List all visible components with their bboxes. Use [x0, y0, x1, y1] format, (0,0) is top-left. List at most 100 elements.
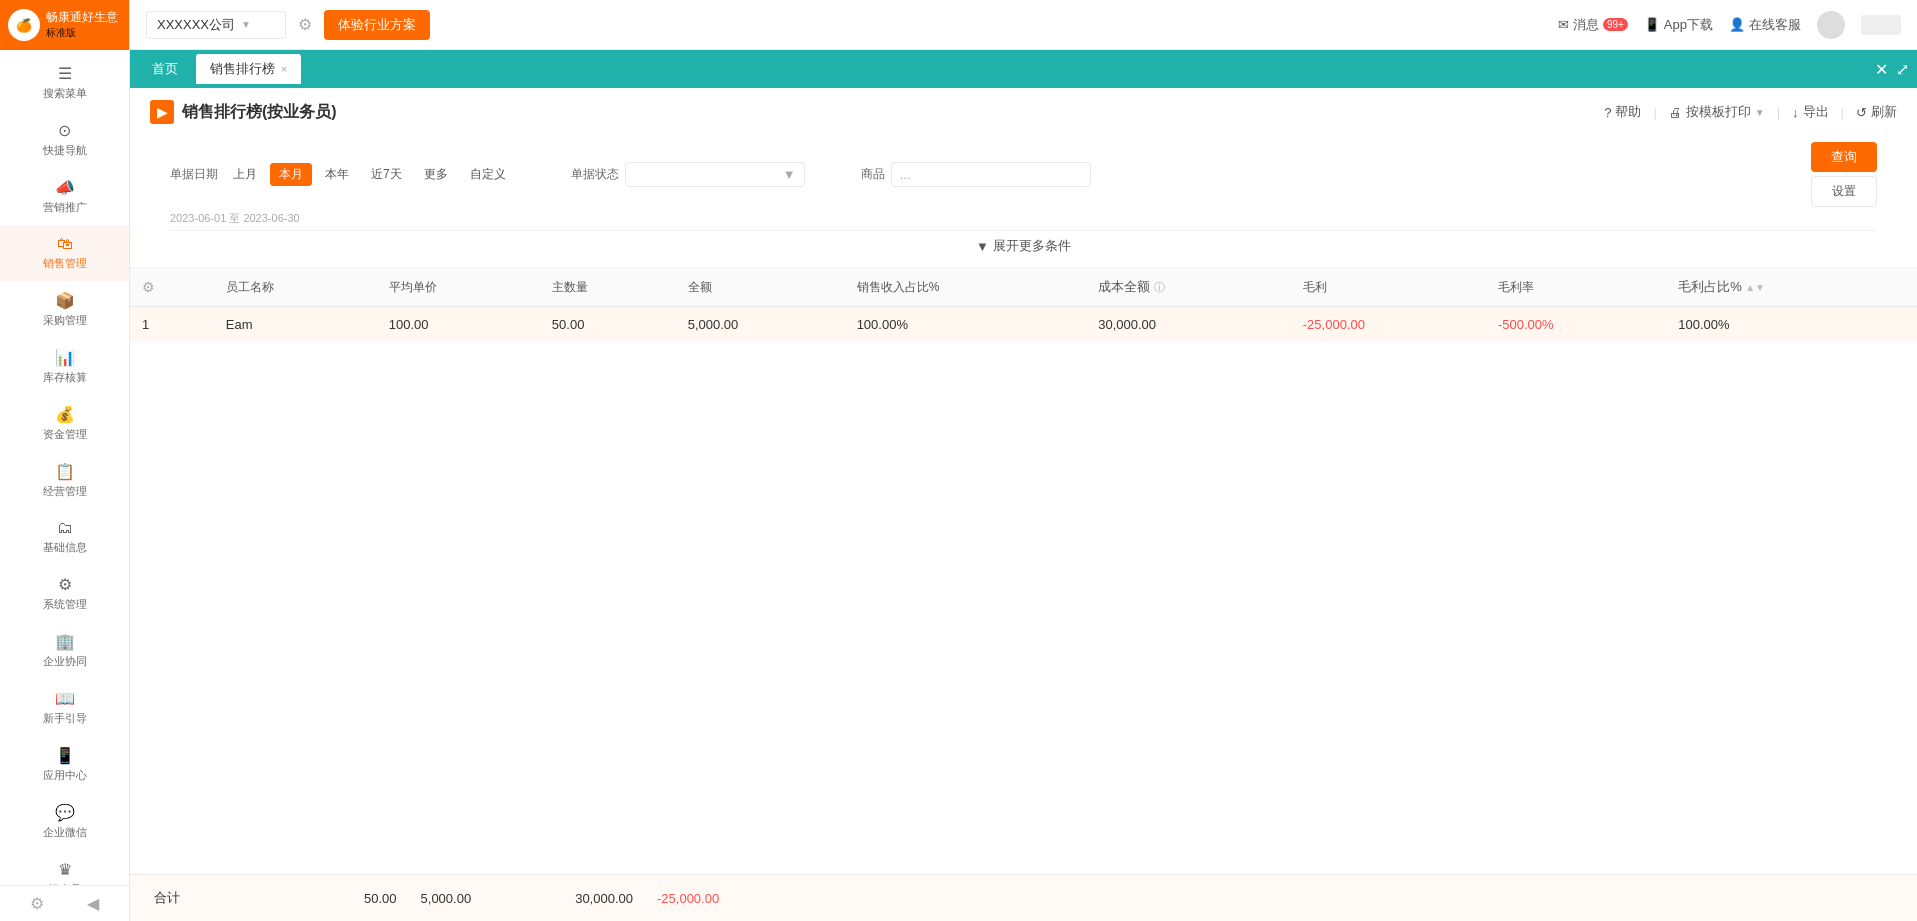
help-button[interactable]: ? 帮助 — [1604, 103, 1641, 121]
tab-label: 销售排行榜 — [210, 60, 275, 78]
sidebar-item-wechat[interactable]: 💬 企业微信 — [0, 793, 129, 850]
sidebar-item-member[interactable]: ♛ 畅会员 — [0, 850, 129, 885]
page-header: ▶ 销售排行榜(按业务员) ? 帮助 | 🖨 按模板打印 ▼ | — [130, 88, 1917, 268]
sales-icon: 🛍 — [57, 235, 73, 253]
header-right: ✉ 消息 99+ 📱 App下载 👤 在线客服 — [1558, 11, 1901, 39]
goods-select-dots: ... — [900, 167, 911, 182]
sidebar-item-label: 采购管理 — [43, 313, 87, 328]
member-icon: ♛ — [58, 860, 72, 879]
sidebar-item-label: 企业协同 — [43, 654, 87, 669]
page-actions: ? 帮助 | 🖨 按模板打印 ▼ | ↓ 导出 | — [1604, 103, 1897, 121]
sidebar-item-quick-nav[interactable]: ⊙ 快捷导航 — [0, 111, 129, 168]
company-select[interactable]: XXXXXX公司 ▼ — [146, 11, 286, 39]
header-settings-icon[interactable]: ⚙ — [298, 15, 312, 34]
footer-amount: 5,000.00 — [409, 887, 484, 910]
page-title: 销售排行榜(按业务员) — [182, 102, 337, 123]
print-icon: 🖨 — [1669, 105, 1682, 120]
status-select[interactable]: ▼ — [625, 162, 805, 187]
table-container: ⚙ 员工名称 平均单价 主数量 全额 销售收入占比% 成本全额 ⓘ 毛利 毛利率 — [130, 268, 1917, 874]
online-service-label: 在线客服 — [1749, 16, 1801, 34]
main-area: XXXXXX公司 ▼ ⚙ 体验行业方案 ✉ 消息 99+ 📱 App下载 👤 在… — [130, 0, 1917, 921]
sidebar-settings-button[interactable]: ⚙ — [30, 894, 44, 913]
sidebar-item-finance[interactable]: 💰 资金管理 — [0, 395, 129, 452]
date-tab-custom[interactable]: 自定义 — [461, 163, 515, 186]
print-dropdown-arrow[interactable]: ▼ — [1755, 107, 1765, 118]
wechat-icon: 💬 — [55, 803, 75, 822]
sidebar-item-inventory[interactable]: 📊 库存核算 — [0, 338, 129, 395]
filter-area: 单据日期 上月 本月 本年 近7天 更多 自定义 单据状态 — [150, 134, 1897, 267]
sidebar-item-base[interactable]: 🗂 基础信息 — [0, 509, 129, 565]
user-avatar[interactable] — [1817, 11, 1845, 39]
date-range-display: 2023-06-01 至 2023-06-30 — [170, 211, 1877, 226]
cell-rank: 1 — [130, 307, 214, 343]
filter-row-1: 单据日期 上月 本月 本年 近7天 更多 自定义 单据状态 — [170, 134, 1877, 215]
tab-close-button[interactable]: × — [281, 63, 287, 75]
message-icon: ✉ — [1558, 17, 1569, 32]
th-gross-profit: 毛利 — [1291, 268, 1486, 307]
th-gross-margin: 毛利率 — [1486, 268, 1666, 307]
app-logo: 🍊 畅康通好生意 标准版 — [0, 0, 129, 50]
data-table: ⚙ 员工名称 平均单价 主数量 全额 销售收入占比% 成本全额 ⓘ 毛利 毛利率 — [130, 268, 1917, 343]
tab-restore-button[interactable]: ⤢ — [1896, 60, 1909, 79]
app-icon: 📱 — [1644, 17, 1660, 32]
sidebar-item-apps[interactable]: 📱 应用中心 — [0, 736, 129, 793]
th-gross-ratio: 毛利占比% ▲▼ — [1666, 268, 1917, 307]
company-name: XXXXXX公司 — [157, 16, 235, 34]
th-amount: 全额 — [676, 268, 845, 307]
tab-close-all-button[interactable]: ✕ — [1875, 60, 1888, 79]
goods-select[interactable]: ... — [891, 162, 1091, 187]
setting-button[interactable]: 设置 — [1811, 176, 1877, 207]
date-tab-last-month[interactable]: 上月 — [224, 163, 266, 186]
sidebar-item-label: 快捷导航 — [43, 143, 87, 158]
cell-avg-price: 100.00 — [377, 307, 540, 343]
date-tab-more[interactable]: 更多 — [415, 163, 457, 186]
message-button[interactable]: ✉ 消息 99+ — [1558, 16, 1628, 34]
cost-info-icon[interactable]: ⓘ — [1154, 281, 1165, 293]
service-icon: 👤 — [1729, 17, 1745, 32]
gross-ratio-sort-icon[interactable]: ▲▼ — [1745, 282, 1765, 293]
date-tab-this-month[interactable]: 本月 — [270, 163, 312, 186]
industry-button[interactable]: 体验行业方案 — [324, 10, 430, 40]
date-tab-7days[interactable]: 近7天 — [362, 163, 411, 186]
template-print-button[interactable]: 🖨 按模板打印 ▼ — [1669, 103, 1765, 121]
tab-home[interactable]: 首页 — [138, 54, 192, 84]
sidebar-item-purchase[interactable]: 📦 采购管理 — [0, 281, 129, 338]
user-name[interactable] — [1861, 15, 1901, 35]
sidebar-item-label: 营销推广 — [43, 200, 87, 215]
logo-subtitle: 标准版 — [46, 26, 118, 40]
sidebar-collapse-button[interactable]: ◀ — [87, 894, 99, 913]
refresh-button[interactable]: ↺ 刷新 — [1856, 103, 1897, 121]
sidebar: 🍊 畅康通好生意 标准版 ☰ 搜索菜单 ⊙ 快捷导航 📣 营销推广 🛍 销售管理… — [0, 0, 130, 921]
date-label: 单据日期 — [170, 166, 218, 183]
tab-sales-ranking[interactable]: 销售排行榜 × — [196, 54, 301, 84]
sidebar-item-enterprise[interactable]: 🏢 企业协同 — [0, 622, 129, 679]
th-settings[interactable]: ⚙ — [130, 268, 214, 307]
content-area: ▶ 销售排行榜(按业务员) ? 帮助 | 🖨 按模板打印 ▼ | — [130, 88, 1917, 921]
sidebar-item-system[interactable]: ⚙ 系统管理 — [0, 565, 129, 622]
sidebar-item-guide[interactable]: 📖 新手引导 — [0, 679, 129, 736]
app-download-button[interactable]: 📱 App下载 — [1644, 16, 1713, 34]
goods-filter: 商品 ... — [861, 162, 1091, 187]
sidebar-item-search[interactable]: ☰ 搜索菜单 — [0, 54, 129, 111]
expand-more-button[interactable]: ▼ 展开更多条件 — [170, 230, 1877, 257]
sidebar-item-marketing[interactable]: 📣 营销推广 — [0, 168, 129, 225]
cell-sales-ratio: 100.00% — [845, 307, 1087, 343]
column-settings-icon[interactable]: ⚙ — [142, 279, 155, 295]
export-button[interactable]: ↓ 导出 — [1792, 103, 1829, 121]
sidebar-item-label: 系统管理 — [43, 597, 87, 612]
sidebar-item-sales[interactable]: 🛍 销售管理 — [0, 225, 129, 281]
table-row: 1 Eam 100.00 50.00 5,000.00 100.00% 30,0… — [130, 307, 1917, 343]
expand-icon: ▼ — [976, 239, 989, 254]
company-select-arrow: ▼ — [241, 19, 251, 30]
online-service-button[interactable]: 👤 在线客服 — [1729, 16, 1801, 34]
sidebar-item-operation[interactable]: 📋 经营管理 — [0, 452, 129, 509]
table-header-row: ⚙ 员工名称 平均单价 主数量 全额 销售收入占比% 成本全额 ⓘ 毛利 毛利率 — [130, 268, 1917, 307]
sidebar-item-label: 库存核算 — [43, 370, 87, 385]
query-button[interactable]: 查询 — [1811, 142, 1877, 172]
cell-name: Eam — [214, 307, 377, 343]
footer-spacer-3 — [483, 894, 563, 902]
sidebar-item-label: 经营管理 — [43, 484, 87, 499]
th-cost: 成本全额 ⓘ — [1086, 268, 1291, 307]
sidebar-item-label: 资金管理 — [43, 427, 87, 442]
date-tab-this-year[interactable]: 本年 — [316, 163, 358, 186]
